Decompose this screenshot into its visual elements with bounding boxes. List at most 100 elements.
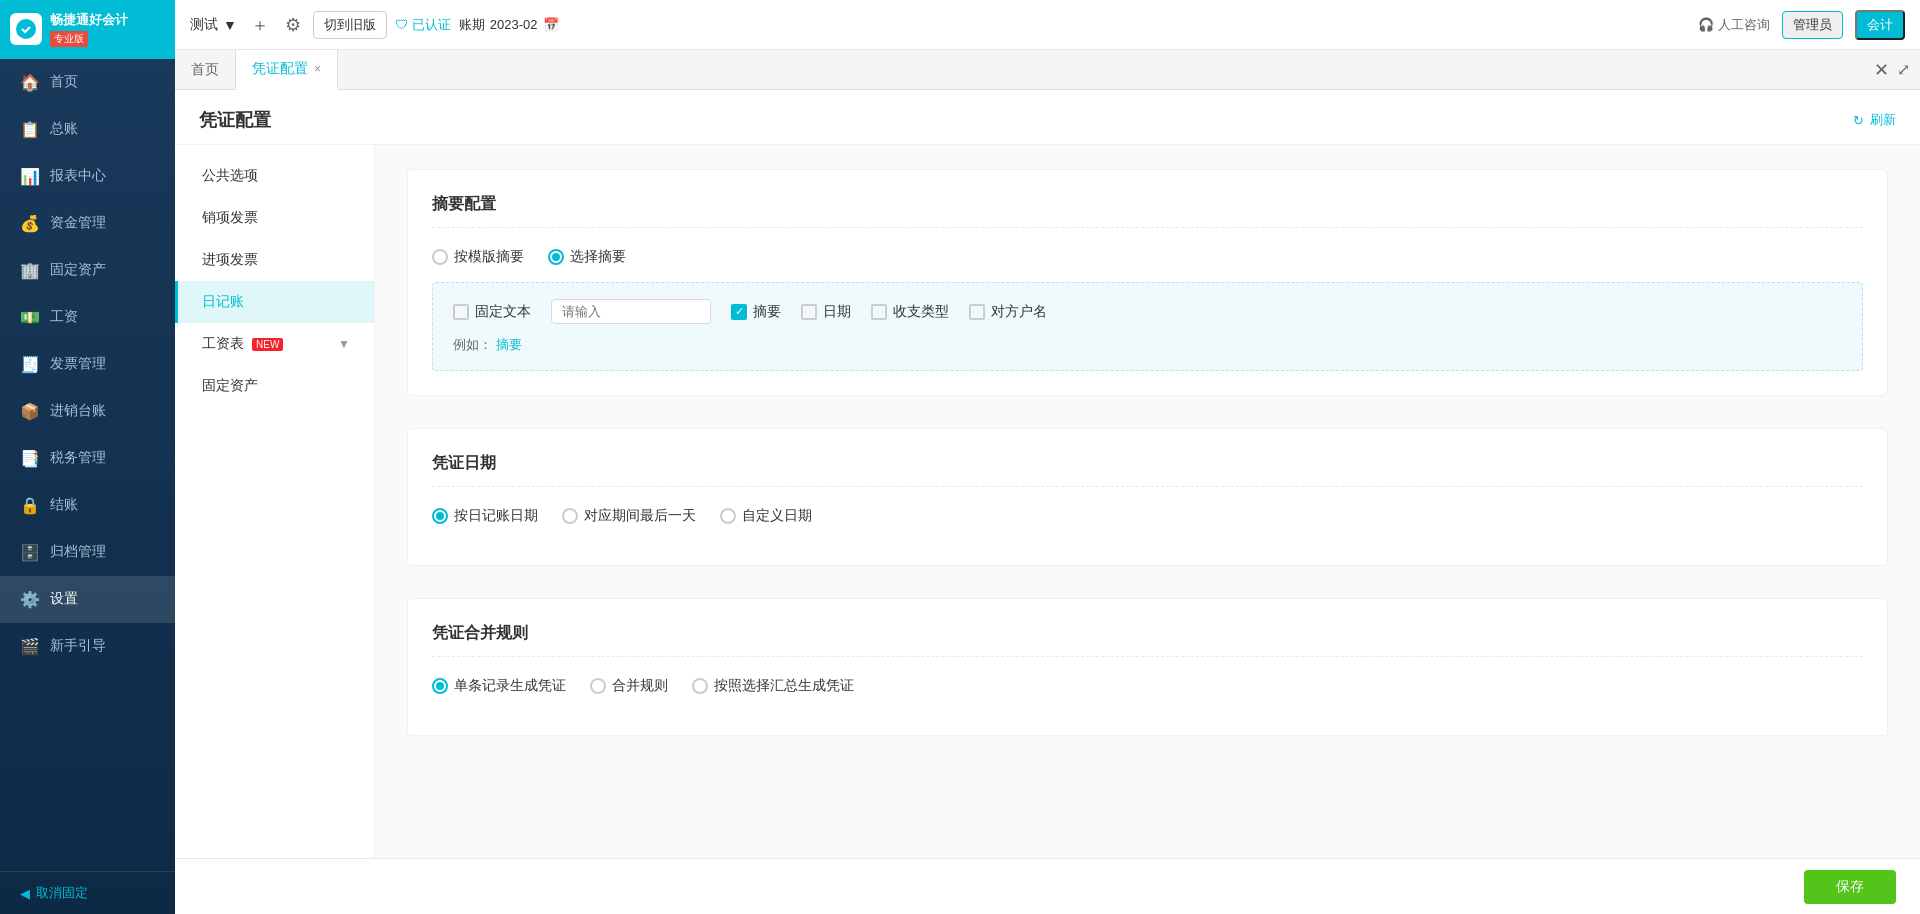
sidebar-item-invoice[interactable]: 🧾 发票管理 [0, 341, 175, 388]
sidebar-item-home[interactable]: 🏠 首页 [0, 59, 175, 106]
sidebar-item-funds[interactable]: 💰 资金管理 [0, 200, 175, 247]
sidebar-label-archive: 归档管理 [50, 543, 106, 561]
content-layout: 公共选项 销项发票 进项发票 日记账 工资表 NEW ▼ 固定资产 [175, 145, 1920, 914]
sidebar-item-purchase[interactable]: 📦 进销台账 [0, 388, 175, 435]
project-arrow-icon: ▼ [223, 17, 237, 33]
radio-single-circle [432, 678, 448, 694]
checkbox-fixed-text[interactable]: 固定文本 [453, 303, 531, 321]
sidebar: 畅捷通好会计 专业版 🏠 首页 📋 总账 📊 报表中心 💰 资金管理 🏢 固定资… [0, 0, 175, 914]
checkbox-counterpart-label: 对方户名 [991, 303, 1047, 321]
sidebar-item-settings[interactable]: ⚙️ 设置 [0, 576, 175, 623]
merge-title: 凭证合并规则 [432, 623, 1863, 657]
sidebar-item-payroll[interactable]: 💵 工资 [0, 294, 175, 341]
merge-radio-group: 单条记录生成凭证 合并规则 按照选择汇总生成凭证 [432, 677, 1863, 695]
close-panel-button[interactable]: ✕ [1874, 59, 1889, 81]
summary-radio-group: 按模版摘要 选择摘要 [432, 248, 1863, 266]
radio-select-circle [548, 249, 564, 265]
save-button[interactable]: 保存 [1804, 870, 1896, 904]
checkbox-fixed-text-box [453, 304, 469, 320]
radio-merge-rule[interactable]: 合并规则 [590, 677, 668, 695]
refresh-button[interactable]: ↻ 刷新 [1853, 111, 1896, 129]
checkbox-counterpart-box [969, 304, 985, 320]
nav-item-payroll[interactable]: 工资表 NEW ▼ [175, 323, 374, 365]
sidebar-item-assets[interactable]: 🏢 固定资产 [0, 247, 175, 294]
sidebar-item-ledger[interactable]: 📋 总账 [0, 106, 175, 153]
tab-voucher-config[interactable]: 凭证配置 × [236, 50, 338, 90]
tax-icon: 📑 [20, 449, 40, 468]
nav-item-journal[interactable]: 日记账 [175, 281, 374, 323]
shield-icon: 🛡 [395, 17, 408, 32]
checkbox-income-type-box [871, 304, 887, 320]
topbar-actions: ＋ ⚙ 切到旧版 🛡 已认证 账期 2023-02 📅 [247, 9, 559, 41]
fixed-text-input[interactable] [551, 299, 711, 324]
nav-item-fixed[interactable]: 固定资产 [175, 365, 374, 407]
radio-selected-summary[interactable]: 按照选择汇总生成凭证 [692, 677, 854, 695]
help-button[interactable]: 🎧 人工咨询 [1698, 16, 1770, 34]
logo-name: 畅捷通好会计 [50, 12, 128, 29]
calendar-icon: 📅 [543, 17, 559, 32]
checkbox-date[interactable]: 日期 [801, 303, 851, 321]
page-title: 凭证配置 [199, 108, 271, 132]
sidebar-item-reports[interactable]: 📊 报表中心 [0, 153, 175, 200]
checkbox-summary[interactable]: 摘要 [731, 303, 781, 321]
checkbox-date-box [801, 304, 817, 320]
svg-point-0 [16, 19, 36, 39]
radio-template[interactable]: 按模版摘要 [432, 248, 524, 266]
user-button[interactable]: 管理员 [1782, 11, 1843, 39]
sidebar-logo[interactable]: 畅捷通好会计 专业版 [0, 0, 175, 59]
nav-item-purchase[interactable]: 进项发票 [175, 239, 374, 281]
role-button[interactable]: 会计 [1855, 10, 1905, 40]
payroll-icon: 💵 [20, 308, 40, 327]
example-value: 摘要 [496, 337, 522, 352]
nav-item-public[interactable]: 公共选项 [175, 155, 374, 197]
tab-home[interactable]: 首页 [175, 50, 236, 90]
assets-icon: 🏢 [20, 261, 40, 280]
sidebar-item-guide[interactable]: 🎬 新手引导 [0, 623, 175, 670]
purchase-icon: 📦 [20, 402, 40, 421]
example-prefix: 例如： [453, 337, 492, 352]
radio-period-last[interactable]: 对应期间最后一天 [562, 507, 696, 525]
sidebar-label-ledger: 总账 [50, 120, 78, 138]
page-header: 凭证配置 ↻ 刷新 [175, 90, 1920, 145]
add-button[interactable]: ＋ [247, 9, 273, 41]
unpin-label: 取消固定 [36, 884, 88, 902]
archive-icon: 🗄️ [20, 543, 40, 562]
tabbar: 首页 凭证配置 × ✕ ⤢ [175, 50, 1920, 90]
period-label: 账期 [459, 16, 485, 34]
settings-icon: ⚙️ [20, 590, 40, 609]
sidebar-item-close[interactable]: 🔒 结账 [0, 482, 175, 529]
checkbox-fixed-text-label: 固定文本 [475, 303, 531, 321]
nav-item-sales[interactable]: 销项发票 [175, 197, 374, 239]
close-account-icon: 🔒 [20, 496, 40, 515]
logo-edition: 专业版 [50, 31, 88, 47]
radio-selected-summary-circle [692, 678, 708, 694]
settings-button[interactable]: ⚙ [281, 10, 305, 40]
date-title: 凭证日期 [432, 453, 1863, 487]
expand-button[interactable]: ⤢ [1897, 60, 1910, 79]
sidebar-menu: 🏠 首页 📋 总账 📊 报表中心 💰 资金管理 🏢 固定资产 💵 工资 🧾 发票… [0, 59, 175, 871]
example-text: 例如： 摘要 [453, 336, 1842, 354]
ledger-icon: 📋 [20, 120, 40, 139]
sidebar-item-archive[interactable]: 🗄️ 归档管理 [0, 529, 175, 576]
switch-old-version-button[interactable]: 切到旧版 [313, 11, 387, 39]
sidebar-item-tax[interactable]: 📑 税务管理 [0, 435, 175, 482]
tab-close-icon[interactable]: × [314, 62, 321, 76]
radio-journal-date[interactable]: 按日记账日期 [432, 507, 538, 525]
funds-icon: 💰 [20, 214, 40, 233]
radio-custom-date[interactable]: 自定义日期 [720, 507, 812, 525]
checkbox-income-type[interactable]: 收支类型 [871, 303, 949, 321]
radio-selected-summary-label: 按照选择汇总生成凭证 [714, 677, 854, 695]
radio-template-circle [432, 249, 448, 265]
sidebar-label-funds: 资金管理 [50, 214, 106, 232]
sidebar-unpin[interactable]: ◀ 取消固定 [0, 871, 175, 914]
radio-select[interactable]: 选择摘要 [548, 248, 626, 266]
main-content: 凭证配置 ↻ 刷新 公共选项 销项发票 进项发票 日记账 工资表 N [175, 90, 1920, 914]
radio-merge-rule-circle [590, 678, 606, 694]
checkbox-counterpart[interactable]: 对方户名 [969, 303, 1047, 321]
tabbar-actions: ✕ ⤢ [1864, 59, 1920, 81]
radio-template-label: 按模版摘要 [454, 248, 524, 266]
radio-select-label: 选择摘要 [570, 248, 626, 266]
project-selector[interactable]: 测试 ▼ [190, 16, 237, 34]
reports-icon: 📊 [20, 167, 40, 186]
radio-single[interactable]: 单条记录生成凭证 [432, 677, 566, 695]
